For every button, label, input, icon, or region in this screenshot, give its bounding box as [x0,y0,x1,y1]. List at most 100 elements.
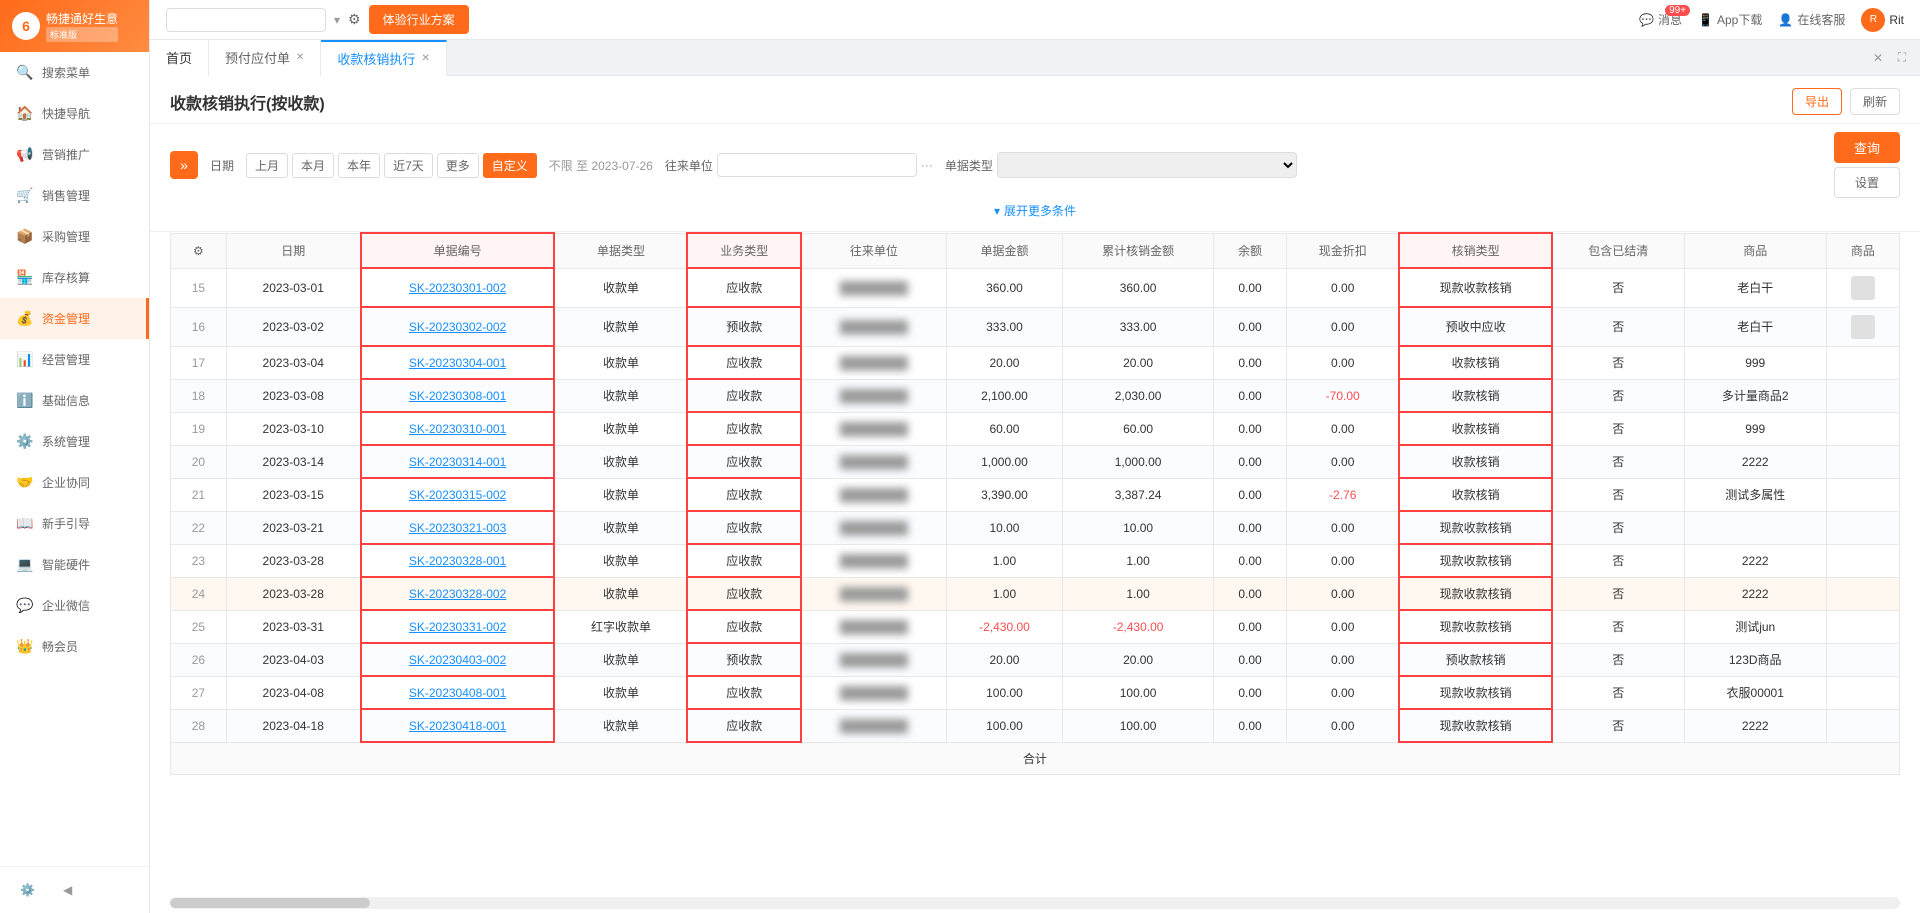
solution-button[interactable]: 体验行业方案 [369,5,469,34]
voucher-type-select[interactable] [997,152,1297,178]
cell-voucher-no[interactable]: SK-20230302-002 [361,307,555,346]
cell-voucher-no[interactable]: SK-20230321-003 [361,511,555,544]
cell-voucher-no[interactable]: SK-20230310-001 [361,412,555,445]
sidebar-item-system[interactable]: ⚙️ 系统管理 [0,421,149,462]
setting-button[interactable]: 设置 [1834,167,1900,198]
sidebar-item-base[interactable]: ℹ️ 基础信息 [0,380,149,421]
tab-home[interactable]: 首页 [150,40,209,76]
tab-collection[interactable]: 收款核销执行 ✕ [321,40,446,76]
cell-goods-img [1826,577,1899,610]
expand-more-btn[interactable]: ▾ 展开更多条件 [170,198,1900,223]
topbar-search-input[interactable] [166,8,326,32]
custom-date-btn[interactable]: 自定义 [483,153,537,178]
cell-biz-type: 应收款 [687,445,801,478]
cell-voucher-type: 收款单 [554,544,687,577]
cell-include-settled: 否 [1552,379,1684,412]
cell-total-writeoff: 20.00 [1063,346,1214,379]
cell-voucher-no[interactable]: SK-20230328-001 [361,544,555,577]
last-month-btn[interactable]: 上月 [246,153,288,178]
row-num: 15 [171,268,227,307]
message-button[interactable]: 💬 消息 99+ [1639,11,1682,28]
topbar-gear-icon[interactable]: ⚙ [348,11,361,28]
close-window-btn[interactable]: ✕ [1868,48,1888,68]
sidebar-item-inventory[interactable]: 🏪 库存核算 [0,257,149,298]
cell-amount: 1.00 [946,544,1062,577]
more-options-icon[interactable]: ··· [921,158,933,172]
cell-cash-discount: 0.00 [1287,643,1400,676]
row-num: 17 [171,346,227,379]
cell-balance: 0.00 [1214,379,1287,412]
export-button[interactable]: 导出 [1792,88,1842,115]
cell-cash-discount: 0.00 [1287,676,1400,709]
tab-close-icon[interactable]: ✕ [296,52,304,63]
cell-balance: 0.00 [1214,307,1287,346]
cell-goods-img [1826,709,1899,742]
tab-close-icon[interactable]: ✕ [421,53,429,64]
counterpart-input[interactable] [717,153,917,177]
cell-goods-img [1826,379,1899,412]
sidebar-item-sales[interactable]: 🛒 销售管理 [0,175,149,216]
this-month-btn[interactable]: 本月 [292,153,334,178]
cell-voucher-no[interactable]: SK-20230328-002 [361,577,555,610]
tabbar: 首页 预付应付单 ✕ 收款核销执行 ✕ ✕ ⛶ [150,40,1920,76]
tab-prepay[interactable]: 预付应付单 ✕ [209,40,321,76]
cell-balance: 0.00 [1214,346,1287,379]
cell-cash-discount: 0.00 [1287,412,1400,445]
cell-voucher-no[interactable]: SK-20230301-002 [361,268,555,307]
sidebar-item-member[interactable]: 👑 畅会员 [0,626,149,667]
sidebar-item-search[interactable]: 🔍 搜索菜单 [0,52,149,93]
table-row: 182023-03-08SK-20230308-001收款单应收款███████… [171,379,1900,412]
cell-counterpart: ████████ [801,346,946,379]
cell-voucher-no[interactable]: SK-20230315-002 [361,478,555,511]
cell-writeoff-type: 现款收款核销 [1399,709,1552,742]
cell-balance: 0.00 [1214,610,1287,643]
query-button[interactable]: 查询 [1834,132,1900,163]
cell-voucher-no[interactable]: SK-20230304-001 [361,346,555,379]
cell-goods: 衣服00001 [1684,676,1826,709]
sidebar-item-quick[interactable]: 🏠 快捷导航 [0,93,149,134]
cell-balance: 0.00 [1214,445,1287,478]
cell-voucher-type: 收款单 [554,445,687,478]
horizontal-scrollbar[interactable] [170,897,1900,909]
cell-date: 2023-03-01 [226,268,360,307]
last-7days-btn[interactable]: 近7天 [384,153,433,178]
maximize-window-btn[interactable]: ⛶ [1892,48,1912,68]
cell-writeoff-type: 现款收款核销 [1399,268,1552,307]
this-year-btn[interactable]: 本年 [338,153,380,178]
dropdown-arrow-icon[interactable]: ▾ [334,13,340,27]
online-service-button[interactable]: 👤 在线客服 [1778,11,1845,28]
cell-voucher-no[interactable]: SK-20230418-001 [361,709,555,742]
th-gear[interactable]: ⚙ [171,233,227,268]
cell-voucher-no[interactable]: SK-20230314-001 [361,445,555,478]
sidebar-item-purchase[interactable]: 📦 采购管理 [0,216,149,257]
sidebar-item-marketing[interactable]: 📢 营销推广 [0,134,149,175]
cell-voucher-no[interactable]: SK-20230408-001 [361,676,555,709]
cell-voucher-no[interactable]: SK-20230331-002 [361,610,555,643]
th-date: 日期 [226,233,360,268]
sidebar-item-guide[interactable]: 📖 新手引导 [0,503,149,544]
cell-date: 2023-03-15 [226,478,360,511]
sidebar-item-hardware[interactable]: 💻 智能硬件 [0,544,149,585]
sidebar-item-finance[interactable]: 💰 资金管理 [0,298,149,339]
filter-toggle-btn[interactable]: » [170,151,198,179]
more-btn[interactable]: 更多 [437,153,479,178]
sidebar-item-label: 企业协同 [42,474,90,491]
cell-counterpart: ████████ [801,268,946,307]
table-row: 152023-03-01SK-20230301-002收款单应收款███████… [171,268,1900,307]
cell-voucher-no[interactable]: SK-20230403-002 [361,643,555,676]
sidebar-logo: 6 畅捷通好生意 标准版 [0,0,149,52]
sidebar-collapse-btn[interactable]: ◀ [53,877,82,903]
sidebar-item-operation[interactable]: 📊 经营管理 [0,339,149,380]
sidebar-item-company[interactable]: 🤝 企业协同 [0,462,149,503]
cell-voucher-no[interactable]: SK-20230308-001 [361,379,555,412]
scroll-thumb[interactable] [170,898,370,908]
refresh-button[interactable]: 刷新 [1850,88,1900,115]
table-row: 222023-03-21SK-20230321-003收款单应收款███████… [171,511,1900,544]
sidebar-item-wechat[interactable]: 💬 企业微信 [0,585,149,626]
cell-counterpart: ████████ [801,577,946,610]
user-menu[interactable]: R Rit [1861,8,1904,32]
cell-biz-type: 应收款 [687,478,801,511]
cell-cash-discount: 0.00 [1287,544,1400,577]
sidebar-settings-btn[interactable]: ⚙️ [10,877,45,903]
app-download-button[interactable]: 📱 App下载 [1698,11,1762,28]
